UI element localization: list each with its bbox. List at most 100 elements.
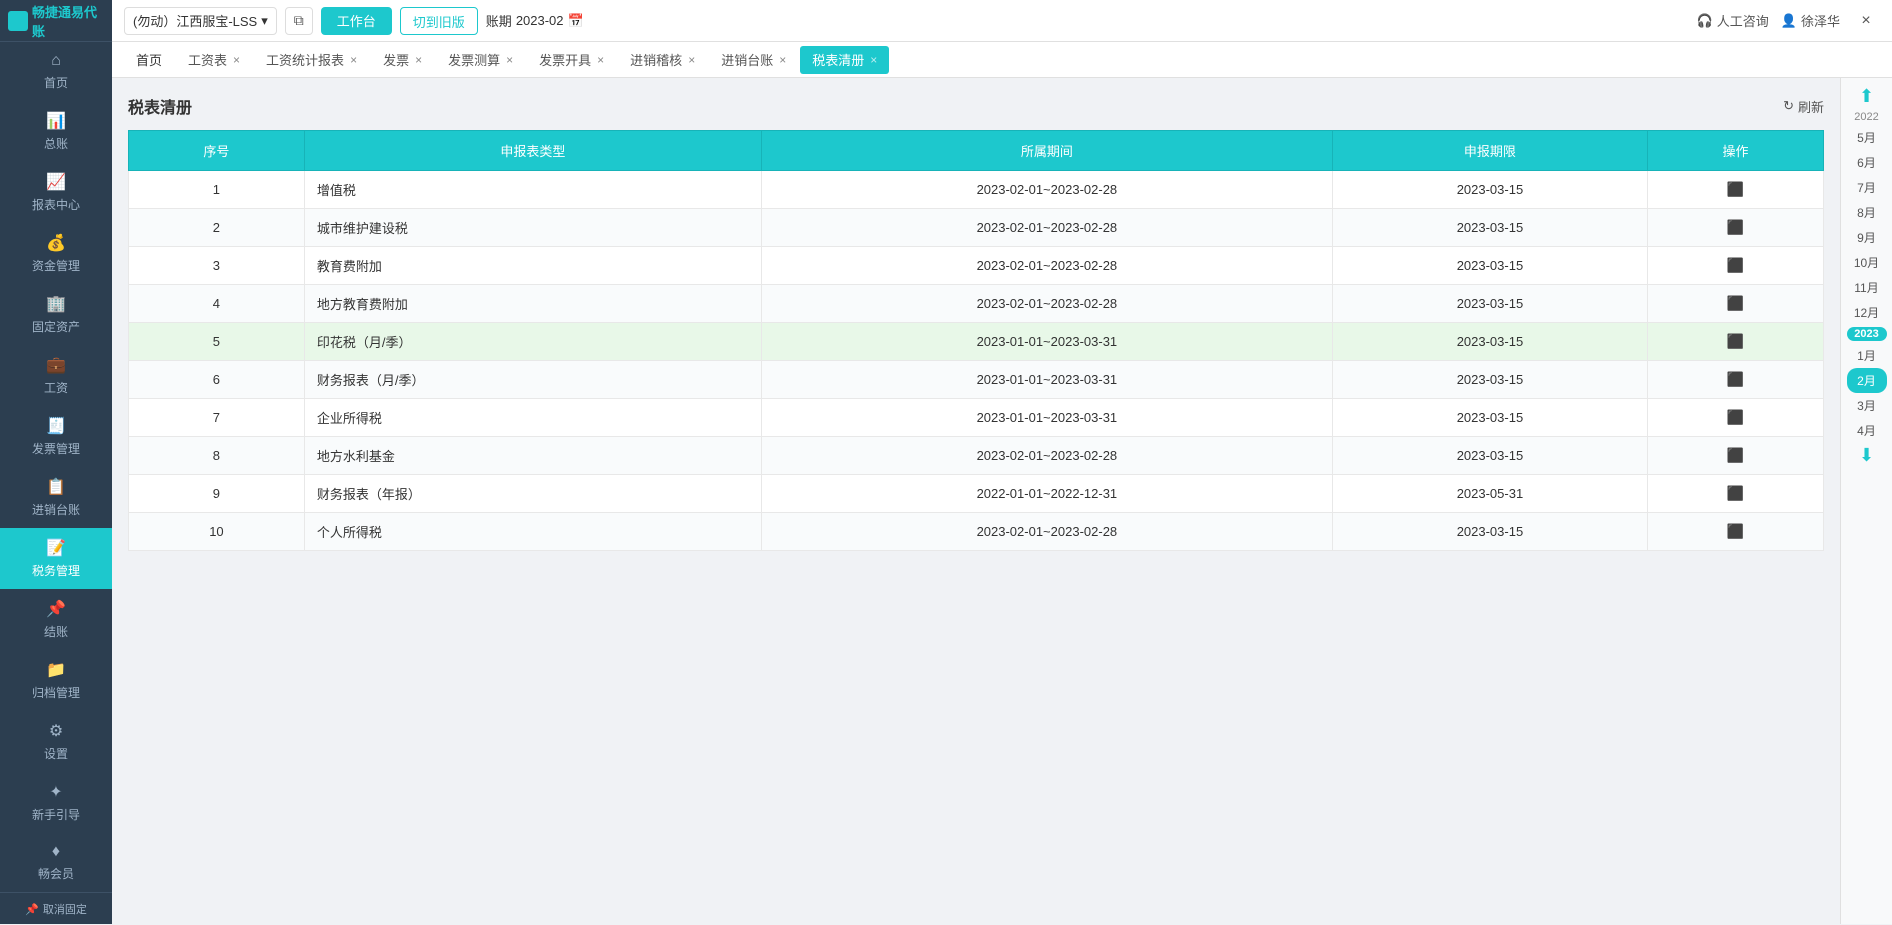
timeline-month-2022-9月[interactable]: 9月: [1847, 225, 1887, 250]
tab-invoice-calc[interactable]: 发票测算×: [436, 46, 525, 74]
member-icon: ♦: [52, 843, 60, 861]
table-cell: 地方教育费附加: [304, 285, 761, 323]
archive-icon: 📁: [46, 660, 66, 680]
service-btn[interactable]: 🎧 人工咨询: [1697, 11, 1769, 30]
tab-home[interactable]: 首页: [124, 46, 174, 74]
table-cell: 2023-03-15: [1332, 361, 1647, 399]
tab-tax-clearance[interactable]: 税表清册×: [800, 46, 889, 74]
sidebar-label-settings: 设置: [44, 745, 68, 762]
tab-close-invoice[interactable]: ×: [415, 53, 422, 67]
timeline-scroll-down[interactable]: ⬇: [1857, 443, 1876, 468]
action-cell: ⬛: [1648, 171, 1824, 209]
logo-icon: [8, 11, 28, 31]
sidebar-item-fixed-asset[interactable]: 🏢 固定资产: [0, 284, 112, 345]
table-cell: 7: [129, 399, 305, 437]
sidebar-label-home: 首页: [44, 74, 68, 91]
sidebar-label-member: 畅会员: [38, 865, 74, 882]
logo-text: 畅捷通易代账: [32, 2, 104, 40]
refresh-button[interactable]: ↻ 刷新: [1783, 97, 1824, 116]
sidebar-item-fund[interactable]: 💰 资金管理: [0, 223, 112, 284]
table-cell: 2023-02-01~2023-02-28: [761, 513, 1332, 551]
switch-old-button[interactable]: 切到旧版: [400, 7, 478, 35]
table-row: 7企业所得税2023-01-01~2023-03-312023-03-15⬛: [129, 399, 1824, 437]
action-icon-btn[interactable]: ⬛: [1727, 409, 1744, 425]
action-cell: ⬛: [1648, 209, 1824, 247]
timeline-month-2023-3月[interactable]: 3月: [1847, 393, 1887, 418]
action-icon-btn[interactable]: ⬛: [1727, 181, 1744, 197]
calendar-icon[interactable]: 📅: [568, 13, 584, 29]
action-cell: ⬛: [1648, 323, 1824, 361]
tab-purchase-account[interactable]: 进销台账×: [709, 46, 798, 74]
table-cell: 教育费附加: [304, 247, 761, 285]
timeline-month-2022-5月[interactable]: 5月: [1847, 125, 1887, 150]
sidebar-item-report[interactable]: 📈 报表中心: [0, 162, 112, 223]
sidebar-item-invoice[interactable]: 🧾 发票管理: [0, 406, 112, 467]
sidebar-item-home[interactable]: ⌂ 首页: [0, 42, 112, 101]
sidebar-item-guide[interactable]: ✦ 新手引导: [0, 772, 112, 833]
action-cell: ⬛: [1648, 475, 1824, 513]
settlement-icon: 📌: [46, 599, 66, 619]
user-profile[interactable]: 👤 徐泽华: [1781, 11, 1840, 30]
timeline-month-2022-8月[interactable]: 8月: [1847, 200, 1887, 225]
table-row: 2城市维护建设税2023-02-01~2023-02-282023-03-15⬛: [129, 209, 1824, 247]
tab-close-invoice-open[interactable]: ×: [597, 53, 604, 67]
sidebar-item-member[interactable]: ♦ 畅会员: [0, 833, 112, 892]
table-cell: 2022-01-01~2022-12-31: [761, 475, 1332, 513]
sidebar-item-archive[interactable]: 📁 归档管理: [0, 650, 112, 711]
tab-close-salary[interactable]: ×: [233, 53, 240, 67]
tab-purchase-check[interactable]: 进销稽核×: [618, 46, 707, 74]
action-icon-btn[interactable]: ⬛: [1727, 523, 1744, 539]
sidebar-item-ledger[interactable]: 📊 总账: [0, 101, 112, 162]
action-cell: ⬛: [1648, 513, 1824, 551]
timeline-month-2023-4月[interactable]: 4月: [1847, 418, 1887, 443]
tab-invoice-open[interactable]: 发票开具×: [527, 46, 616, 74]
timeline-month-2023-2月[interactable]: 2月: [1847, 368, 1887, 393]
action-icon-btn[interactable]: ⬛: [1727, 295, 1744, 311]
action-icon-btn[interactable]: ⬛: [1727, 257, 1744, 273]
timeline-month-2022-12月[interactable]: 12月: [1847, 300, 1887, 325]
action-icon-btn[interactable]: ⬛: [1727, 447, 1744, 463]
sidebar-item-settings[interactable]: ⚙ 设置: [0, 711, 112, 772]
timeline-scroll-up[interactable]: ⬆: [1857, 84, 1876, 109]
period-label: 账期: [486, 11, 512, 30]
period-display: 账期 2023-02 📅: [486, 11, 584, 30]
company-selector[interactable]: (勿动）江西服宝-LSS ▾: [124, 7, 277, 35]
copy-icon-btn[interactable]: ⧉: [285, 7, 313, 35]
sidebar-item-tax[interactable]: 📝 税务管理: [0, 528, 112, 589]
timeline-year-2022: 2022: [1847, 109, 1887, 125]
tab-label-invoice: 发票: [383, 50, 409, 69]
tab-close-tax-clearance[interactable]: ×: [870, 53, 877, 67]
action-icon-btn[interactable]: ⬛: [1727, 485, 1744, 501]
salary-icon: 💼: [46, 355, 66, 375]
timeline-month-2023-1月[interactable]: 1月: [1847, 343, 1887, 368]
timeline-month-2022-11月[interactable]: 11月: [1847, 275, 1887, 300]
close-button[interactable]: ×: [1852, 7, 1880, 35]
tab-close-purchase-check[interactable]: ×: [688, 53, 695, 67]
tab-close-salary-report[interactable]: ×: [350, 53, 357, 67]
timeline-month-2022-6月[interactable]: 6月: [1847, 150, 1887, 175]
sidebar-item-salary[interactable]: 💼 工资: [0, 345, 112, 406]
table-cell: 2023-02-01~2023-02-28: [761, 437, 1332, 475]
action-icon-btn[interactable]: ⬛: [1727, 219, 1744, 235]
tab-close-invoice-calc[interactable]: ×: [506, 53, 513, 67]
col-header-所属期间: 所属期间: [761, 131, 1332, 171]
table-cell: 2023-03-15: [1332, 171, 1647, 209]
chevron-down-icon: ▾: [261, 13, 268, 29]
action-icon-btn[interactable]: ⬛: [1727, 333, 1744, 349]
tab-salary[interactable]: 工资表×: [176, 46, 252, 74]
tab-invoice[interactable]: 发票 ×: [371, 46, 434, 74]
action-icon-btn[interactable]: ⬛: [1727, 371, 1744, 387]
timeline-month-2022-7月[interactable]: 7月: [1847, 175, 1887, 200]
sidebar-item-settlement[interactable]: 📌 结账: [0, 589, 112, 650]
tab-close-purchase-account[interactable]: ×: [779, 53, 786, 67]
tab-salary-report[interactable]: 工资统计报表×: [254, 46, 369, 74]
sidebar-label-guide: 新手引导: [32, 806, 80, 823]
action-cell: ⬛: [1648, 285, 1824, 323]
sidebar-item-purchase[interactable]: 📋 进销台账: [0, 467, 112, 528]
table-cell: 财务报表（月/季）: [304, 361, 761, 399]
workbench-button[interactable]: 工作台: [321, 7, 392, 35]
cancel-pin-btn[interactable]: 📌 取消固定: [0, 892, 112, 925]
sidebar-label-tax: 税务管理: [32, 562, 80, 579]
timeline-month-2022-10月[interactable]: 10月: [1847, 250, 1887, 275]
table-row: 5印花税（月/季）2023-01-01~2023-03-312023-03-15…: [129, 323, 1824, 361]
